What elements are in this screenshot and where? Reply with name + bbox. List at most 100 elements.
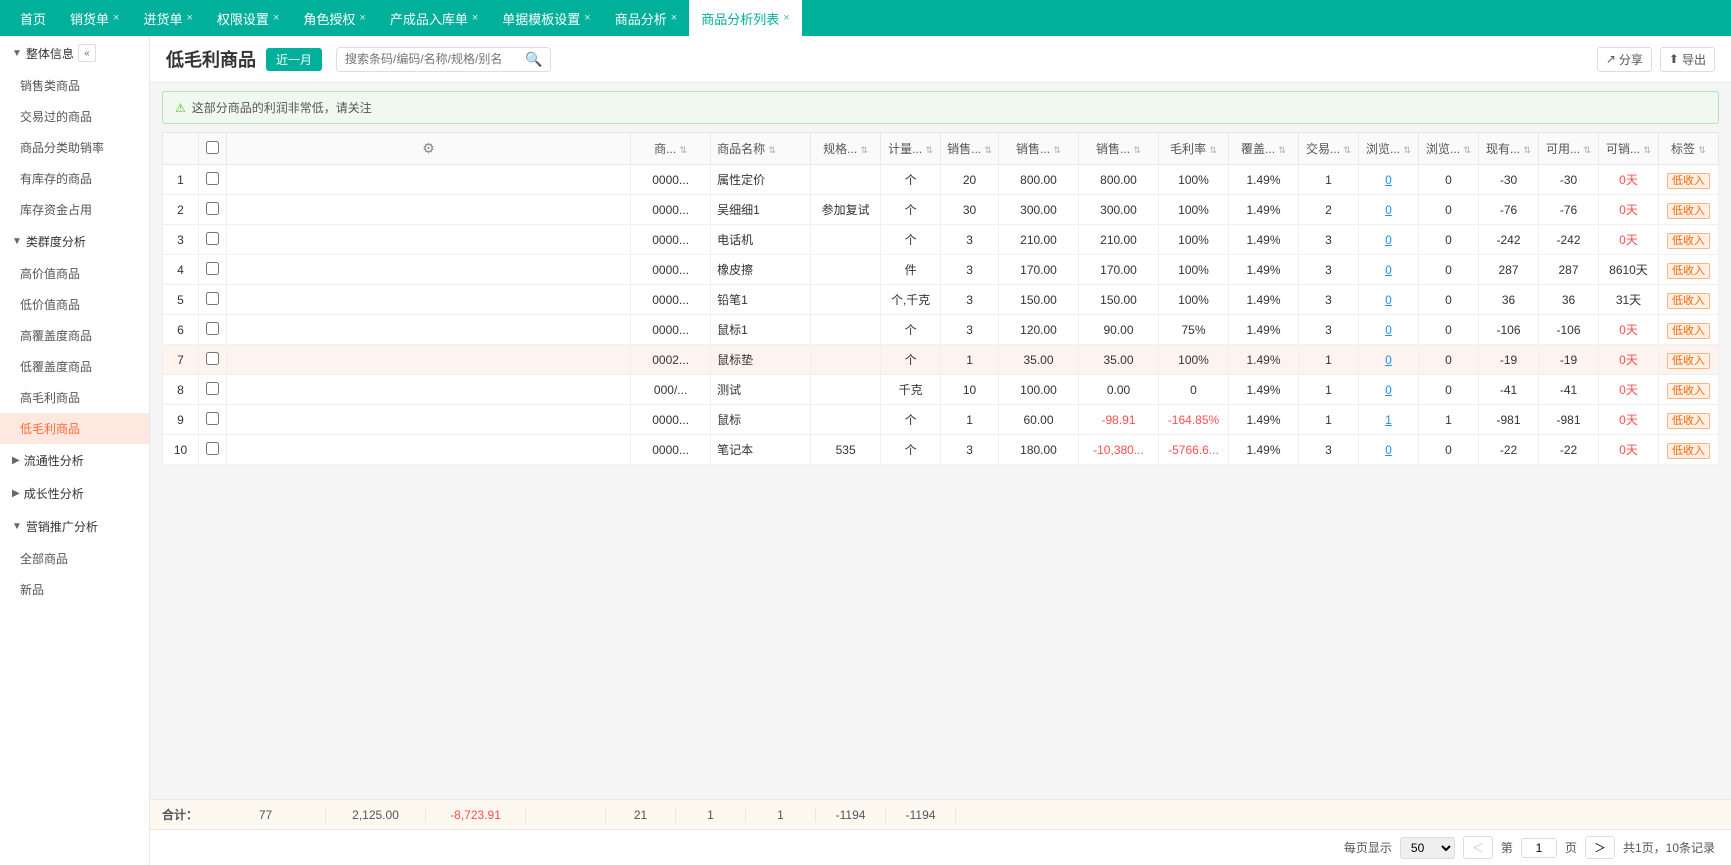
row-checkbox[interactable] (206, 382, 219, 395)
row-check[interactable] (199, 165, 227, 195)
th-sale-amount[interactable]: 销售... ⇅ (1079, 133, 1159, 165)
nav-product-entry-close[interactable]: × (472, 12, 478, 24)
sidebar-item-low-value[interactable]: 低价值商品 (0, 289, 149, 320)
check-all[interactable] (206, 141, 219, 154)
row-gross-rate: 100% (1159, 165, 1229, 195)
row-check[interactable] (199, 195, 227, 225)
th-saleable[interactable]: 可销... ⇅ (1599, 133, 1659, 165)
sidebar-group-growth[interactable]: ▶ 成长性分析 (0, 477, 149, 510)
row-code: 0000... (631, 225, 711, 255)
row-checkbox[interactable] (206, 262, 219, 275)
row-view1[interactable]: 0 (1359, 435, 1419, 465)
nav-product-analysis-list[interactable]: 商品分析列表 × (689, 0, 801, 36)
row-view1[interactable]: 0 (1359, 285, 1419, 315)
search-input[interactable] (345, 52, 525, 66)
sidebar-group-marketing[interactable]: ▼ 营销推广分析 (0, 510, 149, 543)
sidebar-item-traded-products[interactable]: 交易过的商品 (0, 101, 149, 132)
row-view1[interactable]: 0 (1359, 255, 1419, 285)
th-unit[interactable]: 计量... ⇅ (881, 133, 941, 165)
row-check[interactable] (199, 285, 227, 315)
th-spec[interactable]: 规格... ⇅ (811, 133, 881, 165)
row-view1[interactable]: 0 (1359, 315, 1419, 345)
th-gross-rate[interactable]: 毛利率 ⇅ (1159, 133, 1229, 165)
nav-permissions-close[interactable]: × (273, 12, 279, 24)
nav-template-settings-close[interactable]: × (584, 12, 590, 24)
sidebar-group-cluster[interactable]: ▼ 类群度分析 (0, 225, 149, 258)
row-check[interactable] (199, 225, 227, 255)
row-check[interactable] (199, 345, 227, 375)
sidebar-item-low-coverage[interactable]: 低覆盖度商品 (0, 351, 149, 382)
nav-template-settings[interactable]: 单据模板设置 × (490, 0, 602, 36)
sidebar-item-stock-capital[interactable]: 库存资金占用 (0, 194, 149, 225)
row-view1[interactable]: 0 (1359, 195, 1419, 225)
filter-recent-month-btn[interactable]: 近一月 (266, 48, 322, 71)
th-code[interactable]: 商... ⇅ (631, 133, 711, 165)
row-checkbox[interactable] (206, 232, 219, 245)
sidebar-item-category-rate[interactable]: 商品分类助销率 (0, 132, 149, 163)
sidebar-group-overall[interactable]: ▼ 整体信息 « (0, 36, 149, 70)
th-sale-price[interactable]: 销售... ⇅ (999, 133, 1079, 165)
sidebar-item-sales-products[interactable]: 销售类商品 (0, 70, 149, 101)
row-checkbox[interactable] (206, 172, 219, 185)
th-trade[interactable]: 交易... ⇅ (1299, 133, 1359, 165)
sidebar-item-stocked-products[interactable]: 有库存的商品 (0, 163, 149, 194)
nav-product-analysis-close[interactable]: × (671, 12, 677, 24)
sidebar-collapse-btn[interactable]: « (78, 44, 96, 62)
th-current[interactable]: 现有... ⇅ (1479, 133, 1539, 165)
sidebar-item-high-coverage[interactable]: 高覆盖度商品 (0, 320, 149, 351)
row-name: 属性定价 (711, 165, 811, 195)
page-header: 低毛利商品 近一月 🔍 ↗ 分享 ⬆ 导出 (150, 36, 1731, 83)
row-check[interactable] (199, 255, 227, 285)
row-checkbox[interactable] (206, 352, 219, 365)
sidebar-item-all-products[interactable]: 全部商品 (0, 543, 149, 574)
nav-sales-order[interactable]: 销货单 × (58, 0, 131, 36)
export-btn[interactable]: ⬆ 导出 (1660, 47, 1715, 72)
row-checkbox[interactable] (206, 322, 219, 335)
row-view1[interactable]: 0 (1359, 225, 1419, 255)
nav-product-analysis-list-close[interactable]: × (783, 12, 789, 24)
row-check[interactable] (199, 315, 227, 345)
row-view1[interactable]: 1 (1359, 405, 1419, 435)
th-sale-qty[interactable]: 销售... ⇅ (941, 133, 999, 165)
row-check[interactable] (199, 435, 227, 465)
sidebar-item-high-value[interactable]: 高价值商品 (0, 258, 149, 289)
nav-roles[interactable]: 角色授权 × (291, 0, 377, 36)
nav-purchase-close[interactable]: × (186, 12, 192, 24)
nav-home[interactable]: 首页 (8, 0, 58, 36)
row-view1[interactable]: 0 (1359, 165, 1419, 195)
row-settings (227, 195, 631, 225)
th-cover-rate[interactable]: 覆盖... ⇅ (1229, 133, 1299, 165)
th-view1[interactable]: 浏览... ⇅ (1359, 133, 1419, 165)
th-settings[interactable]: ⚙ (227, 133, 631, 165)
th-available[interactable]: 可用... ⇅ (1539, 133, 1599, 165)
nav-permissions[interactable]: 权限设置 × (205, 0, 291, 36)
row-check[interactable] (199, 405, 227, 435)
tag-badge: 低收入 (1667, 203, 1710, 219)
search-icon[interactable]: 🔍 (525, 51, 542, 68)
row-view1[interactable]: 0 (1359, 375, 1419, 405)
th-view2[interactable]: 浏览... ⇅ (1419, 133, 1479, 165)
prev-page-btn[interactable]: ＜ (1463, 836, 1493, 859)
share-btn[interactable]: ↗ 分享 (1597, 47, 1652, 72)
th-name[interactable]: 商品名称 ⇅ (711, 133, 811, 165)
nav-roles-close[interactable]: × (359, 12, 365, 24)
th-tag[interactable]: 标签 ⇅ (1659, 133, 1719, 165)
page-input[interactable] (1521, 838, 1557, 858)
row-checkbox[interactable] (206, 412, 219, 425)
nav-product-analysis[interactable]: 商品分析 × (603, 0, 689, 36)
row-checkbox[interactable] (206, 202, 219, 215)
sidebar-item-low-margin[interactable]: 低毛利商品 (0, 413, 149, 444)
settings-icon[interactable]: ⚙ (422, 140, 435, 156)
next-page-btn[interactable]: ＞ (1585, 836, 1615, 859)
row-checkbox[interactable] (206, 442, 219, 455)
sidebar-group-circulation[interactable]: ▶ 流通性分析 (0, 444, 149, 477)
row-checkbox[interactable] (206, 292, 219, 305)
row-view1[interactable]: 0 (1359, 345, 1419, 375)
nav-purchase[interactable]: 进货单 × (131, 0, 204, 36)
nav-product-entry[interactable]: 产成品入库单 × (378, 0, 490, 36)
sidebar-item-new-products[interactable]: 新品 (0, 574, 149, 605)
nav-sales-order-close[interactable]: × (113, 12, 119, 24)
row-check[interactable] (199, 375, 227, 405)
per-page-select[interactable]: 50 100 200 (1400, 837, 1455, 859)
sidebar-item-high-margin[interactable]: 高毛利商品 (0, 382, 149, 413)
